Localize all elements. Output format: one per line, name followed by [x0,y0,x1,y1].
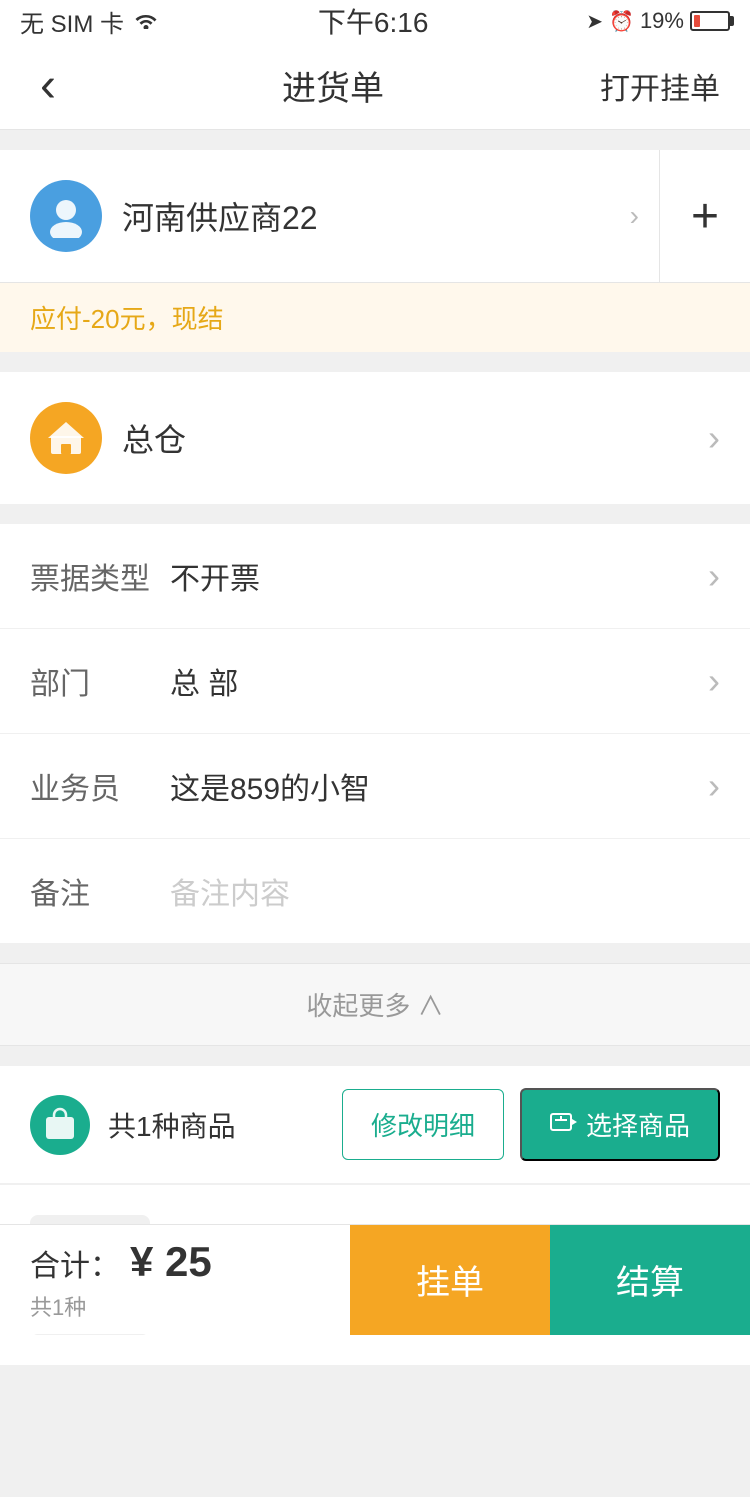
ticket-type-value: 不开票 [170,554,708,598]
supplier-selector[interactable]: 河南供应商22 › [0,150,660,282]
hang-button[interactable]: 挂单 [350,1225,550,1335]
salesperson-label: 业务员 [30,764,170,808]
status-indicators: ➤ ⏰ 19% [586,8,730,34]
select-icon [550,1109,578,1140]
page-title: 进货单 [282,61,384,110]
total-label: 合计： [30,1241,120,1285]
notice-text: 应付-20元，现结 [30,304,224,334]
supplier-name: 河南供应商22 [122,193,630,239]
select-product-button[interactable]: 选择商品 [520,1088,720,1161]
department-row[interactable]: 部门 总 部 › [0,629,750,734]
ticket-type-chevron-icon: › [708,555,720,597]
wifi-icon [132,7,160,36]
warehouse-icon [30,402,102,474]
ticket-type-row[interactable]: 票据类型 不开票 › [0,524,750,629]
notice-bar: 应付-20元，现结 [0,283,750,352]
battery-icon [690,11,730,31]
battery-text: 19% [640,8,684,34]
chevron-right-icon: › [630,200,639,232]
warehouse-section[interactable]: 总仓 › [0,372,750,504]
footer-total-row: 合计： ¥ 25 [30,1238,320,1286]
location-icon: ➤ [586,9,603,34]
department-label: 部门 [30,659,170,703]
alarm-icon: ⏰ [609,9,634,34]
footer-bar: 合计： ¥ 25 共1种 挂单 结算 [0,1224,750,1334]
remarks-placeholder: 备注内容 [170,869,720,913]
open-hang-button[interactable]: 打开挂单 [600,64,720,108]
checkout-button[interactable]: 结算 [550,1225,750,1335]
product-count-label: 共1种商品 [108,1105,342,1145]
department-chevron-icon: › [708,660,720,702]
collapse-bar[interactable]: 收起更多 ∧ [0,963,750,1046]
warehouse-chevron-icon: › [708,417,720,459]
add-supplier-button[interactable]: + [660,150,750,282]
product-icon [30,1095,90,1155]
back-button[interactable]: ‹ [30,48,66,123]
salesperson-chevron-icon: › [708,765,720,807]
total-amount: ¥ 25 [130,1238,212,1286]
status-bar: 无 SIM 卡 下午6:16 ➤ ⏰ 19% [0,0,750,42]
form-section: 票据类型 不开票 › 部门 总 部 › 业务员 这是859的小智 › 备注 备注… [0,524,750,943]
footer-count: 共1种 [30,1290,320,1322]
remarks-row[interactable]: 备注 备注内容 [0,839,750,943]
department-value: 总 部 [170,659,708,703]
remarks-label: 备注 [30,869,170,913]
supplier-avatar [30,180,102,252]
supplier-section: 河南供应商22 › + [0,150,750,283]
product-header: 共1种商品 修改明细 选择商品 [0,1066,750,1183]
status-time: 下午6:16 [318,1,429,41]
warehouse-name: 总仓 [122,415,708,461]
salesperson-value: 这是859的小智 [170,764,708,808]
modify-detail-button[interactable]: 修改明细 [342,1089,504,1160]
status-carrier: 无 SIM 卡 [20,4,160,39]
nav-bar: ‹ 进货单 打开挂单 [0,42,750,130]
ticket-type-label: 票据类型 [30,554,170,598]
footer-total: 合计： ¥ 25 共1种 [0,1238,350,1322]
salesperson-row[interactable]: 业务员 这是859的小智 › [0,734,750,839]
